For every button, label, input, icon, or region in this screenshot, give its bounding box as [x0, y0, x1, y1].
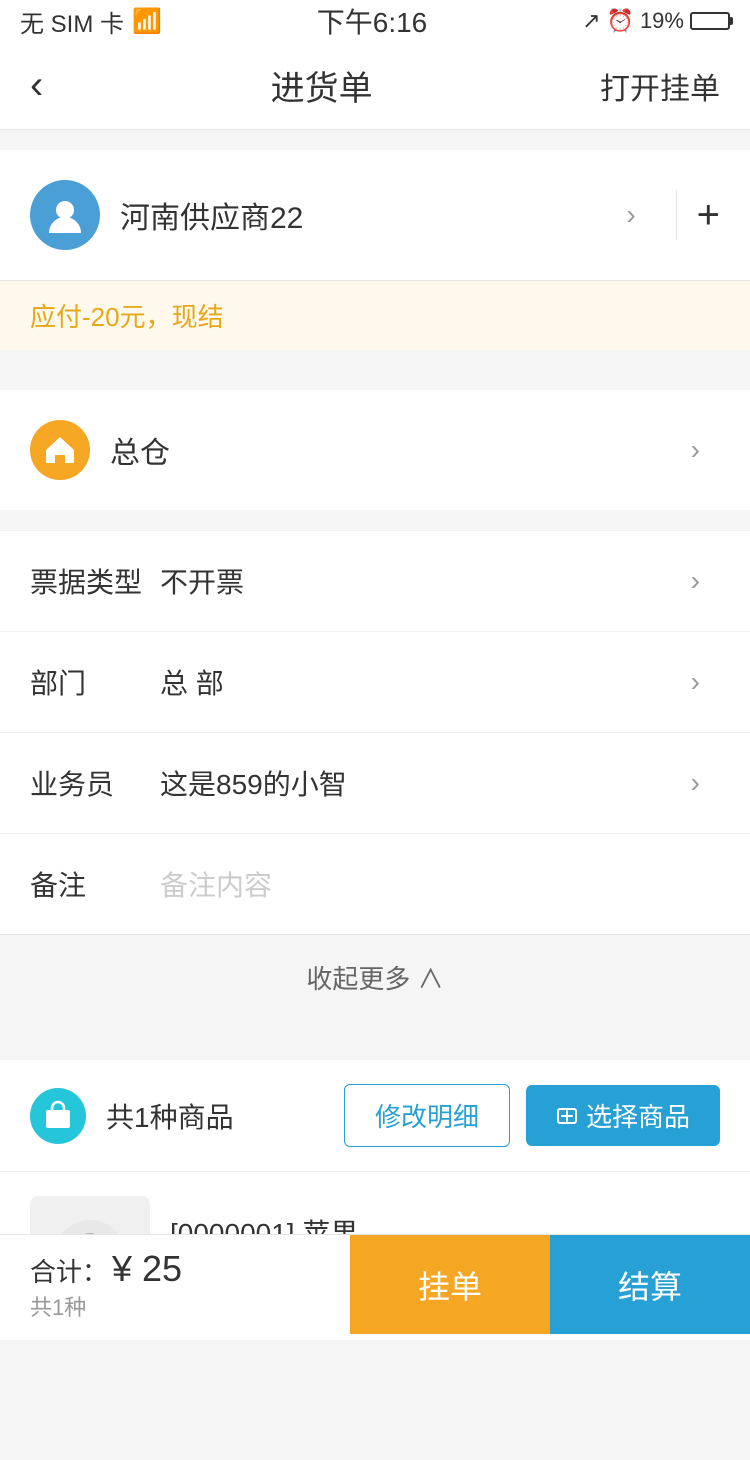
supplier-avatar [30, 180, 100, 250]
status-right: ↗ ⏰ 19% [582, 8, 730, 34]
status-time: 下午6:16 [317, 1, 428, 41]
edit-detail-button[interactable]: 修改明细 [344, 1084, 510, 1147]
product-count-text: 共1种商品 [106, 1096, 344, 1136]
total-sub-label: 共1种 [30, 1290, 320, 1322]
carrier-text: 无 SIM 卡 [20, 4, 124, 39]
nav-bar: ‹ 进货单 打开挂单 [0, 42, 750, 130]
add-supplier-button[interactable]: + [697, 193, 720, 238]
warehouse-name: 总仓 [110, 428, 691, 472]
supplier-name[interactable]: 河南供应商22 [120, 193, 626, 237]
wifi-icon: 📶 [132, 7, 162, 36]
remark-label: 备注 [30, 864, 160, 904]
supplier-divider [676, 190, 677, 240]
sales-value: 这是859的小智 [160, 763, 691, 803]
product-count-icon [30, 1088, 86, 1144]
checkout-button[interactable]: 结算 [550, 1235, 750, 1334]
hang-button[interactable]: 挂单 [350, 1235, 550, 1334]
product-header: 共1种商品 修改明细 选择商品 [0, 1060, 750, 1172]
warehouse-icon [30, 420, 90, 480]
dept-value: 总 部 [160, 662, 691, 702]
sales-label: 业务员 [30, 763, 160, 803]
sales-row[interactable]: 业务员 这是859的小智 › [0, 732, 750, 833]
dept-label: 部门 [30, 662, 160, 702]
page-title: 进货单 [271, 61, 373, 110]
alarm-icon: ⏰ [607, 8, 634, 34]
supplier-section: 河南供应商22 › + [0, 150, 750, 281]
gap-1 [0, 130, 750, 150]
gap-3 [0, 510, 750, 530]
dept-chevron-icon: › [691, 666, 700, 698]
total-amount: ¥ 25 [112, 1248, 182, 1290]
remark-placeholder[interactable]: 备注内容 [160, 864, 720, 904]
collapse-bar[interactable]: 收起更多 ∧ [0, 934, 750, 1020]
total-label: 合计： [30, 1252, 108, 1289]
warehouse-chevron-icon: › [691, 434, 700, 466]
dept-row[interactable]: 部门 总 部 › [0, 631, 750, 732]
gap-4 [0, 1020, 750, 1040]
status-bar: 无 SIM 卡 📶 下午6:16 ↗ ⏰ 19% [0, 0, 750, 42]
remark-row[interactable]: 备注 备注内容 [0, 833, 750, 934]
select-product-button[interactable]: 选择商品 [526, 1085, 720, 1146]
select-product-label: 选择商品 [586, 1097, 690, 1134]
battery-icon [690, 12, 730, 30]
invoice-label: 票据类型 [30, 561, 160, 601]
total-section: 合计： ¥ 25 共1种 [0, 1235, 350, 1334]
location-icon: ↗ [582, 8, 600, 34]
open-hang-button[interactable]: 打开挂单 [600, 64, 720, 108]
bottom-spacer [0, 1340, 750, 1460]
payment-notice: 应付-20元，现结 [0, 281, 750, 350]
gap-2 [0, 350, 750, 370]
status-left: 无 SIM 卡 📶 [20, 4, 162, 39]
invoice-value: 不开票 [160, 561, 691, 601]
invoice-row[interactable]: 票据类型 不开票 › [0, 530, 750, 631]
warehouse-section[interactable]: 总仓 › [0, 390, 750, 510]
supplier-chevron-icon: › [626, 199, 635, 231]
back-button[interactable]: ‹ [30, 63, 43, 108]
battery-percent: 19% [640, 8, 684, 34]
bottom-bar: 合计： ¥ 25 共1种 挂单 结算 [0, 1234, 750, 1334]
sales-chevron-icon: › [691, 767, 700, 799]
invoice-chevron-icon: › [691, 565, 700, 597]
